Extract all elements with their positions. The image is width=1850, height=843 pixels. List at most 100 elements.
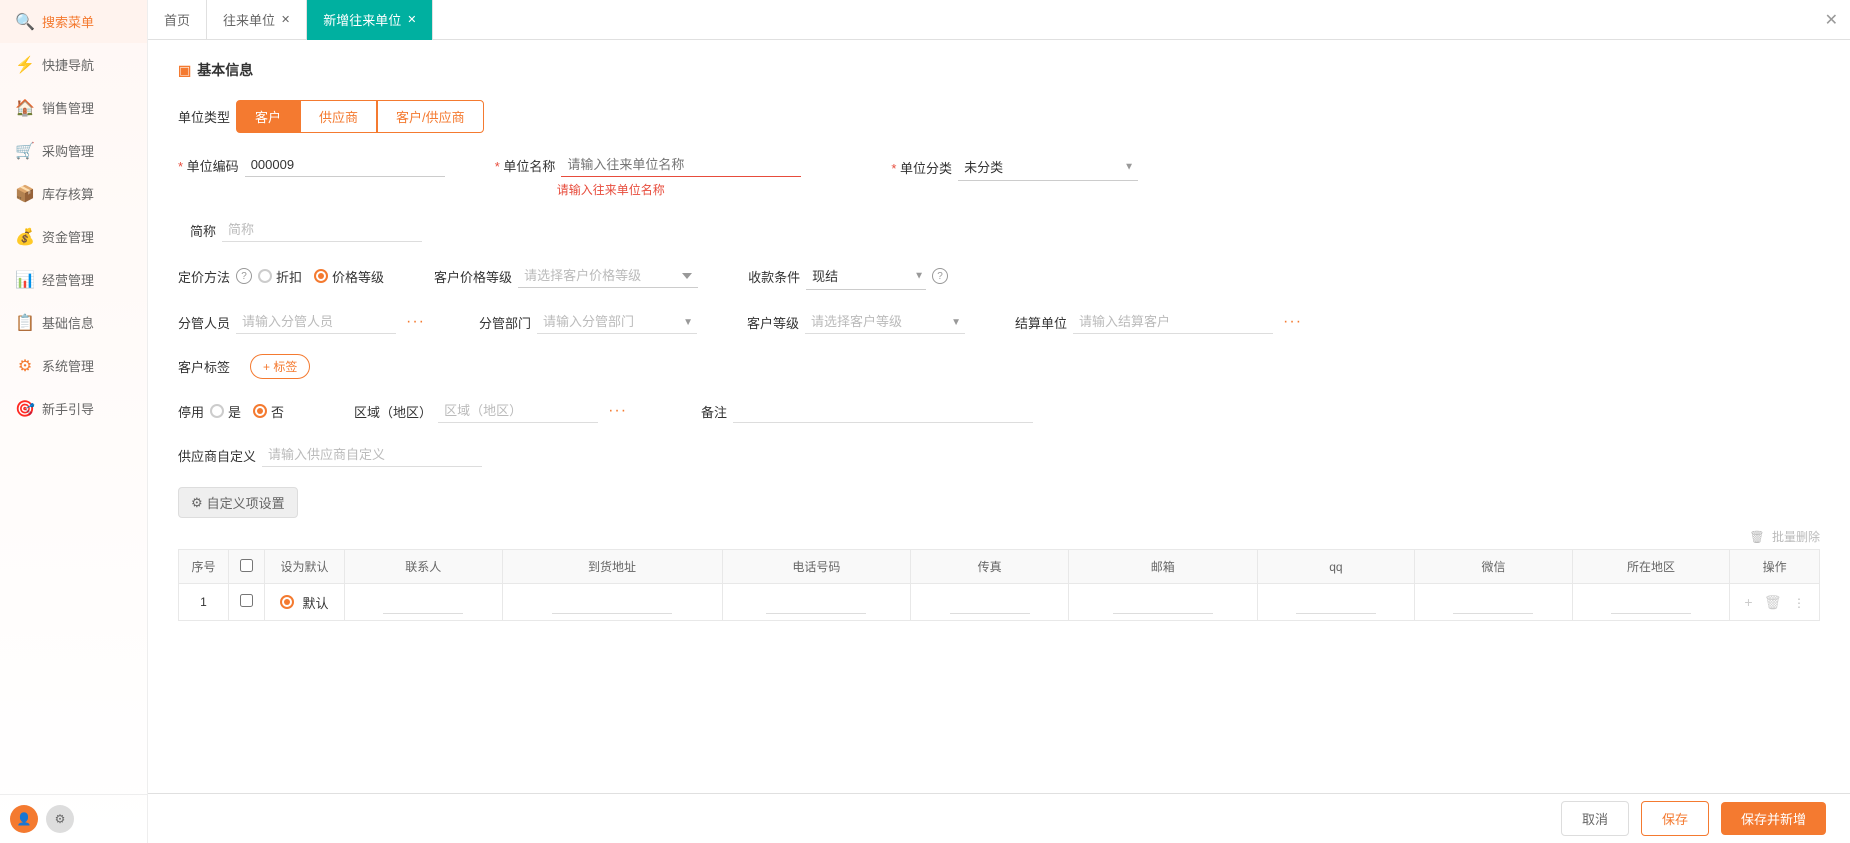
pricing-discount-radio[interactable]	[258, 269, 272, 283]
payment-terms-label: 收款条件	[748, 267, 800, 286]
pricing-pricelevel-radio[interactable]	[314, 269, 328, 283]
customer-level-input[interactable]	[805, 310, 965, 334]
sidebar-item-label: 新手引导	[42, 399, 94, 418]
cell-qq	[1257, 584, 1415, 621]
batch-delete-label[interactable]: 批量删除	[1772, 530, 1820, 544]
region-input[interactable]	[438, 399, 598, 423]
short-name-input[interactable]	[222, 218, 422, 242]
quick-nav-icon: ⚡	[16, 56, 34, 74]
default-radio-item[interactable]: 默认	[275, 593, 334, 612]
fax-input[interactable]	[950, 590, 1030, 614]
unit-name-input[interactable]	[561, 153, 801, 177]
operations-icon: 📊	[16, 271, 34, 289]
unit-name-field: 单位名称	[495, 153, 802, 177]
add-row-button[interactable]: +	[1740, 594, 1756, 610]
supplier-custom-input[interactable]	[262, 443, 482, 467]
default-radio[interactable]	[280, 595, 294, 609]
payment-terms-help[interactable]: ?	[932, 268, 948, 284]
sidebar-item-quicknav[interactable]: ⚡ 快捷导航	[0, 43, 147, 86]
cell-wechat	[1415, 584, 1573, 621]
select-all-checkbox[interactable]	[240, 559, 253, 572]
sidebar-item-label: 采购管理	[42, 141, 94, 160]
department-input[interactable]	[537, 310, 697, 334]
short-name-field: 简称	[178, 218, 422, 242]
save-new-button[interactable]: 保存并新增	[1721, 802, 1826, 835]
customer-level-label: 客户等级	[747, 313, 799, 332]
remarks-input[interactable]	[733, 399, 1033, 423]
customer-level-field: 客户等级 ▼	[747, 310, 965, 334]
type-btn-both[interactable]: 客户/供应商	[377, 100, 484, 133]
col-action: 操作	[1730, 550, 1820, 584]
type-btn-supplier[interactable]: 供应商	[300, 100, 377, 133]
location-input[interactable]	[1611, 590, 1691, 614]
settlement-unit-field: 结算单位 ···	[1015, 310, 1306, 334]
user-avatar[interactable]: 👤	[10, 805, 38, 833]
footer-bar: 取消 保存 保存并新增	[148, 793, 1850, 843]
sidebar-item-label: 资金管理	[42, 227, 94, 246]
disabled-yes-radio[interactable]	[210, 404, 224, 418]
disabled-yes-option[interactable]: 是	[210, 402, 241, 421]
sidebar-item-label: 经营管理	[42, 270, 94, 289]
tab-counterparty-close[interactable]: ✕	[281, 13, 290, 26]
cancel-button[interactable]: 取消	[1561, 801, 1629, 836]
settlement-unit-more-btn[interactable]: ···	[1279, 313, 1306, 331]
table-header-row: 序号 设为默认 联系人 到货地址 电话号码 传真 邮箱 qq 微信 所在地区 操…	[179, 550, 1820, 584]
section-icon: ▣	[178, 62, 191, 79]
email-input[interactable]	[1113, 590, 1213, 614]
pricing-pricelevel-label: 价格等级	[332, 267, 384, 286]
col-wechat: 微信	[1415, 550, 1573, 584]
pricing-help-icon[interactable]: ?	[236, 268, 252, 284]
sidebar-item-finance[interactable]: 💰 资金管理	[0, 215, 147, 258]
manager-input[interactable]	[236, 310, 396, 334]
supplier-custom-label: 供应商自定义	[178, 446, 256, 465]
sidebar-item-search[interactable]: 🔍 搜索菜单	[0, 0, 147, 43]
sidebar-item-sales[interactable]: 🏠 销售管理	[0, 86, 147, 129]
settings-bottom-icon[interactable]: ⚙	[46, 805, 74, 833]
section-title-label: 基本信息	[197, 60, 253, 80]
pricing-pricelevel-option[interactable]: 价格等级	[314, 267, 384, 286]
tab-home[interactable]: 首页	[148, 0, 207, 40]
col-fax: 传真	[911, 550, 1069, 584]
tab-new-counterparty[interactable]: 新增往来单位 ✕	[307, 0, 433, 40]
sidebar-item-basicinfo[interactable]: 📋 基础信息	[0, 301, 147, 344]
col-checkbox	[229, 550, 265, 584]
phone-input[interactable]	[766, 590, 866, 614]
row-checkbox[interactable]	[240, 594, 253, 607]
cell-contact	[345, 584, 503, 621]
sidebar-item-purchase[interactable]: 🛒 采购管理	[0, 129, 147, 172]
delete-row-button[interactable]: 🗑	[1760, 594, 1786, 610]
type-btn-customer[interactable]: 客户	[236, 100, 300, 133]
unit-code-input[interactable]	[245, 153, 445, 177]
section-basic-info: ▣ 基本信息	[178, 60, 1820, 80]
tab-new-counterparty-close[interactable]: ✕	[407, 13, 416, 26]
sidebar-item-operations[interactable]: 📊 经营管理	[0, 258, 147, 301]
contact-input[interactable]	[383, 590, 463, 614]
sidebar-item-inventory[interactable]: 📦 库存核算	[0, 172, 147, 215]
wechat-input[interactable]	[1453, 590, 1533, 614]
sidebar-item-system[interactable]: ⚙ 系统管理	[0, 344, 147, 387]
disabled-no-option[interactable]: 否	[253, 402, 284, 421]
save-button[interactable]: 保存	[1641, 801, 1709, 836]
customer-level-chevron: ▼	[951, 317, 961, 328]
customer-price-level-select[interactable]: 请选择客户价格等级	[518, 264, 698, 288]
region-more-btn[interactable]: ···	[604, 402, 631, 420]
tab-bar: 首页 往来单位 ✕ 新增往来单位 ✕ ✕	[148, 0, 1850, 40]
disabled-no-radio[interactable]	[253, 404, 267, 418]
qq-input[interactable]	[1296, 590, 1376, 614]
address-input[interactable]	[552, 590, 672, 614]
unit-category-value[interactable]: 未分类	[958, 153, 1138, 181]
manager-more-btn[interactable]: ···	[402, 313, 429, 331]
drag-row-handle[interactable]: ⋮	[1789, 596, 1809, 610]
tab-counterparty[interactable]: 往来单位 ✕	[207, 0, 307, 40]
settlement-unit-input[interactable]	[1073, 310, 1273, 334]
short-name-row: 简称	[178, 218, 1820, 242]
unit-type-btn-group: 客户 供应商 客户/供应商	[236, 100, 484, 133]
payment-terms-value[interactable]: 现结	[806, 262, 926, 290]
window-close-button[interactable]: ✕	[1813, 0, 1850, 40]
purchase-icon: 🛒	[16, 142, 34, 160]
pricing-row: 定价方法 ? 折扣 价格等级 客户价格等级 请选择客	[178, 262, 1820, 290]
custom-settings-button[interactable]: ⚙ 自定义项设置	[178, 487, 298, 518]
pricing-discount-option[interactable]: 折扣	[258, 267, 302, 286]
sidebar-item-newguide[interactable]: 🎯 新手引导	[0, 387, 147, 430]
add-tag-button[interactable]: + 标签	[250, 354, 310, 379]
